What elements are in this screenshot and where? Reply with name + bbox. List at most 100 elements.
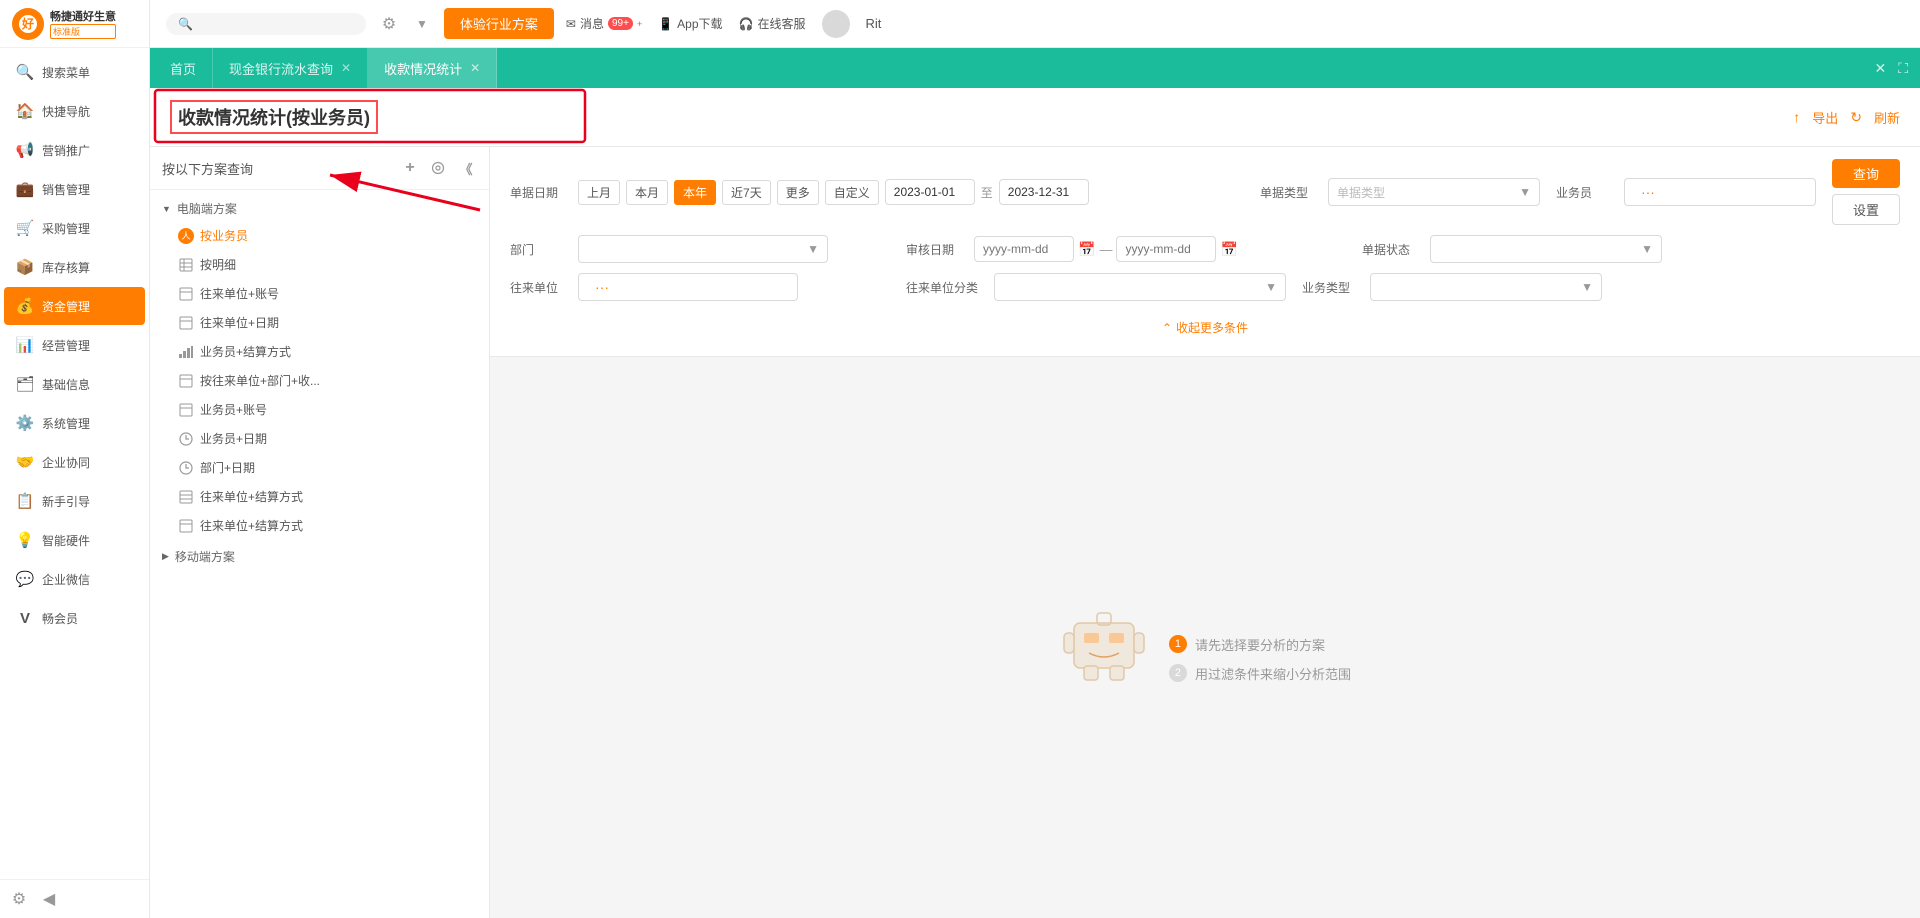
tab-expand-icon[interactable]: ⛶ bbox=[1898, 60, 1908, 77]
plan-item-unit-date[interactable]: 往来单位+日期 bbox=[150, 308, 489, 337]
audit-date-cal-icon[interactable]: 📅 bbox=[1078, 241, 1095, 258]
empty-step-1: 1 请先选择要分析的方案 bbox=[1169, 635, 1351, 654]
export-button[interactable]: 导出 bbox=[1812, 108, 1838, 127]
dept-select[interactable]: ▼ bbox=[578, 235, 828, 263]
date-btn-last-month[interactable]: 上月 bbox=[578, 180, 620, 205]
tab-bank-close-icon[interactable]: ✕ bbox=[341, 61, 351, 75]
sidebar-item-vip[interactable]: V 畅会员 bbox=[4, 599, 145, 637]
date-btn-this-month[interactable]: 本月 bbox=[626, 180, 668, 205]
plan-group-mobile-label: 移动端方案 bbox=[175, 548, 235, 565]
sidebar-item-marketing[interactable]: 📢 营销推广 bbox=[4, 131, 145, 169]
tab-bank[interactable]: 现金银行流水查询 ✕ bbox=[213, 48, 368, 88]
plan-item-unit-settle2-label: 往来单位+结算方式 bbox=[200, 517, 303, 534]
inventory-icon: 📦 bbox=[16, 258, 34, 276]
audit-date-dash: — bbox=[1099, 242, 1112, 257]
purchase-icon: 🛒 bbox=[16, 219, 34, 237]
user-avatar[interactable] bbox=[822, 10, 850, 38]
sidebar-item-enterprise[interactable]: 🤝 企业协同 bbox=[4, 443, 145, 481]
sidebar-item-sales[interactable]: 💼 销售管理 bbox=[4, 170, 145, 208]
tab-close-all-icon[interactable]: ✕ bbox=[1874, 60, 1886, 77]
plan-item-salesman-settle[interactable]: 业务员+结算方式 bbox=[150, 337, 489, 366]
date-btn-more[interactable]: 更多 bbox=[777, 180, 819, 205]
audit-date-start-input[interactable] bbox=[974, 236, 1074, 262]
sidebar-item-quick-nav[interactable]: 🏠 快捷导航 bbox=[4, 92, 145, 130]
date-btn-this-year[interactable]: 本年 bbox=[674, 180, 716, 205]
plan-group-desktop[interactable]: ▼ 电脑端方案 bbox=[150, 196, 489, 221]
salesman-more-icon[interactable]: ··· bbox=[1637, 184, 1659, 200]
audit-date-label: 审核日期 bbox=[906, 241, 966, 258]
date-end-input[interactable] bbox=[999, 179, 1089, 205]
sidebar-item-purchase[interactable]: 🛒 采购管理 bbox=[4, 209, 145, 247]
top-bar: 🔍 ⚙ ▼ 体验行业方案 ✉ 消息 99+ + 📱 App下载 🎧 在线客服 bbox=[150, 0, 1920, 48]
query-button[interactable]: 查询 bbox=[1832, 159, 1900, 188]
add-plan-icon[interactable]: + bbox=[399, 157, 421, 179]
sidebar-item-operation[interactable]: 📊 经营管理 bbox=[4, 326, 145, 364]
empty-hint: 1 请先选择要分析的方案 2 用过滤条件来缩小分析范围 bbox=[1059, 593, 1351, 683]
collapse-panel-icon[interactable]: 《 bbox=[455, 157, 477, 179]
date-start-input[interactable] bbox=[885, 179, 975, 205]
dropdown-arrow-icon[interactable]: ▼ bbox=[416, 17, 428, 31]
partner-select[interactable]: ··· bbox=[578, 273, 798, 301]
filter-actions: 查询 设置 bbox=[1832, 159, 1900, 225]
online-service-label: 在线客服 bbox=[757, 15, 805, 32]
app-download-link[interactable]: 📱 App下载 bbox=[658, 15, 722, 32]
marketing-icon: 📢 bbox=[16, 141, 34, 159]
collapse-label: 收起更多条件 bbox=[1176, 319, 1248, 336]
plan-item-unit-account[interactable]: 往来单位+账号 bbox=[150, 279, 489, 308]
partner-category-select[interactable]: ▼ bbox=[994, 273, 1286, 301]
plan-item-unit-date-label: 往来单位+日期 bbox=[200, 314, 279, 331]
audit-date-end-input[interactable] bbox=[1116, 236, 1216, 262]
settings-top-icon[interactable]: ⚙ bbox=[378, 13, 400, 35]
date-btn-custom[interactable]: 自定义 bbox=[825, 180, 879, 205]
plan-item-salesman[interactable]: 人 按业务员 bbox=[150, 221, 489, 250]
plan-item-unit-settle1[interactable]: 往来单位+结算方式 bbox=[150, 482, 489, 511]
salesman-group: 业务员 ··· bbox=[1556, 178, 1816, 206]
plan-item-detail[interactable]: 按明细 bbox=[150, 250, 489, 279]
date-btn-last-7[interactable]: 近7天 bbox=[722, 180, 771, 205]
unit-account-icon bbox=[178, 286, 194, 302]
plan-item-salesman-date[interactable]: 业务员+日期 bbox=[150, 424, 489, 453]
collapse-filter-button[interactable]: ⌃ 收起更多条件 bbox=[510, 311, 1900, 344]
plan-item-unit-dept[interactable]: 按往来单位+部门+收... bbox=[150, 366, 489, 395]
sidebar-item-wechat[interactable]: 💬 企业微信 bbox=[4, 560, 145, 598]
plan-item-salesman-account[interactable]: 业务员+账号 bbox=[150, 395, 489, 424]
sidebar-item-newbie[interactable]: 📋 新手引导 bbox=[4, 482, 145, 520]
messages-link[interactable]: ✉ 消息 99+ + bbox=[566, 15, 642, 32]
operation-icon: 📊 bbox=[16, 336, 34, 354]
salesman-active-icon: 人 bbox=[178, 228, 194, 244]
voucher-status-select[interactable]: ▼ bbox=[1430, 235, 1662, 263]
right-panel: 单据日期 上月 本月 本年 近7天 更多 自定义 至 bbox=[490, 147, 1920, 918]
partner-more-icon[interactable]: ··· bbox=[591, 279, 613, 295]
collapse-sidebar-icon[interactable]: ◀ bbox=[38, 888, 60, 910]
settings-button[interactable]: 设置 bbox=[1832, 194, 1900, 225]
tab-home[interactable]: 首页 bbox=[150, 48, 213, 88]
plan-item-dept-date[interactable]: 部门+日期 bbox=[150, 453, 489, 482]
left-panel: 按以下方案查询 + 《 bbox=[150, 147, 490, 918]
voucher-type-select[interactable]: 单据类型 ▼ bbox=[1328, 178, 1540, 206]
top-search-bar[interactable]: 🔍 bbox=[166, 13, 366, 35]
plan-item-unit-settle2[interactable]: 往来单位+结算方式 bbox=[150, 511, 489, 540]
salesman-select[interactable]: ··· bbox=[1624, 178, 1816, 206]
refresh-button[interactable]: 刷新 bbox=[1874, 108, 1900, 127]
audit-date-group: 审核日期 📅 — 📅 bbox=[906, 236, 1346, 262]
sidebar-item-inventory[interactable]: 📦 库存核算 bbox=[4, 248, 145, 286]
sidebar-item-search[interactable]: 🔍 搜索菜单 bbox=[4, 53, 145, 91]
partner-label: 往来单位 bbox=[510, 279, 570, 296]
sidebar-item-base[interactable]: 🗂 基础信息 bbox=[4, 365, 145, 403]
tab-collection[interactable]: 收款情况统计 ✕ bbox=[368, 48, 497, 88]
settings-footer-icon[interactable]: ⚙ bbox=[8, 888, 30, 910]
wechat-icon: 💬 bbox=[16, 570, 34, 588]
sidebar-item-smart[interactable]: 💡 智能硬件 bbox=[4, 521, 145, 559]
sidebar-menu: 🔍 搜索菜单 🏠 快捷导航 📢 营销推广 💼 销售管理 🛒 采购管理 📦 库存核… bbox=[0, 48, 149, 879]
trial-button[interactable]: 体验行业方案 bbox=[444, 8, 554, 39]
partner-category-arrow-icon: ▼ bbox=[1265, 280, 1277, 294]
sidebar-item-finance[interactable]: 💰 资金管理 bbox=[4, 287, 145, 325]
business-type-select[interactable]: ▼ bbox=[1370, 273, 1602, 301]
audit-date-cal2-icon[interactable]: 📅 bbox=[1220, 241, 1237, 258]
plan-group-mobile[interactable]: ▶ 移动端方案 bbox=[150, 544, 489, 569]
tab-collection-close-icon[interactable]: ✕ bbox=[470, 61, 480, 75]
sidebar-item-system[interactable]: ⚙️ 系统管理 bbox=[4, 404, 145, 442]
online-service-link[interactable]: 🎧 在线客服 bbox=[739, 15, 806, 32]
plan-group-desktop-label: 电脑端方案 bbox=[177, 200, 237, 217]
settings-plan-icon[interactable] bbox=[427, 157, 449, 179]
